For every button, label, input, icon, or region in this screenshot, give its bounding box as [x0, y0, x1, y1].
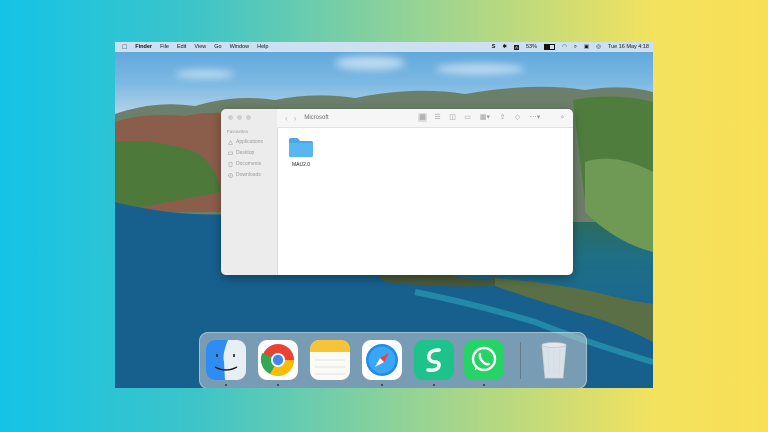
tag-icon[interactable]: ◇: [513, 113, 522, 122]
finder-icon[interactable]: [206, 340, 246, 380]
finder-toolbar: ‹ › Microsoft ▦ ☰ ◫ ▭ ▦▾ ⇪ ◇ ⋯▾ ⌕: [277, 109, 573, 128]
bluetooth-icon[interactable]: ✱: [502, 44, 507, 50]
chrome-icon[interactable]: [258, 340, 298, 380]
wifi-icon[interactable]: ◠: [562, 44, 567, 50]
safari-icon[interactable]: [362, 340, 402, 380]
surfshark-status-icon[interactable]: S: [492, 44, 496, 50]
share-icon[interactable]: ⇪: [498, 113, 507, 122]
keyboard-input-icon[interactable]: A: [513, 44, 519, 50]
menu-help[interactable]: Help: [257, 44, 268, 50]
downloads-icon: [228, 172, 233, 178]
battery-icon[interactable]: [544, 44, 555, 50]
close-button[interactable]: [228, 115, 233, 120]
gallery-view-icon[interactable]: ▭: [463, 113, 472, 122]
siri-icon[interactable]: ◎: [596, 44, 601, 50]
menu-file[interactable]: File: [160, 44, 169, 50]
document-icon: [228, 161, 233, 167]
sidebar-item-downloads[interactable]: Downloads: [228, 172, 261, 178]
sidebar-item-label: Desktop: [236, 150, 255, 156]
menu-app-finder[interactable]: Finder: [135, 44, 152, 50]
sidebar-heading: Favourites: [227, 129, 249, 134]
menu-go[interactable]: Go: [214, 44, 221, 50]
sidebar-item-applications[interactable]: Applications: [228, 139, 263, 145]
sidebar-item-documents[interactable]: Documents: [228, 161, 261, 167]
apple-menu-icon[interactable]: : [122, 44, 127, 51]
more-actions-icon[interactable]: ⋯▾: [528, 113, 542, 122]
zoom-button[interactable]: [246, 115, 251, 120]
applications-icon: [228, 139, 233, 145]
running-indicator: [433, 384, 435, 386]
running-indicator: [381, 384, 383, 386]
window-controls: [228, 115, 251, 120]
sidebar-item-label: Downloads: [236, 172, 261, 178]
menu-view[interactable]: View: [194, 44, 206, 50]
forward-icon[interactable]: ›: [294, 114, 297, 123]
whatsapp-icon[interactable]: [464, 340, 504, 380]
battery-percent[interactable]: 53%: [526, 44, 537, 50]
running-indicator: [483, 384, 485, 386]
icon-view-icon[interactable]: ▦: [418, 113, 427, 122]
notes-icon[interactable]: [310, 340, 350, 380]
list-view-icon[interactable]: ☰: [433, 113, 442, 122]
window-title: Microsoft: [304, 115, 329, 121]
dock: [199, 332, 587, 388]
surfshark-icon[interactable]: [414, 340, 454, 380]
desktop-icon: [228, 151, 233, 155]
toolbar-icons: ▦ ☰ ◫ ▭ ▦▾ ⇪ ◇ ⋯▾ ⌕: [418, 113, 567, 122]
menu-bar:  Finder File Edit View Go Window Help S…: [115, 42, 653, 52]
menu-clock[interactable]: Tue 16 May 4:18: [608, 44, 649, 50]
sidebar-item-label: Documents: [236, 161, 262, 167]
search-icon[interactable]: ⌕: [574, 44, 577, 51]
dock-separator: [520, 342, 521, 379]
control-center-icon[interactable]: ▣: [584, 44, 589, 50]
sidebar-item-desktop[interactable]: Desktop: [228, 150, 254, 156]
column-view-icon[interactable]: ◫: [448, 113, 457, 122]
finder-window: Favourites Applications Desktop Document…: [221, 109, 573, 275]
minimize-button[interactable]: [237, 115, 242, 120]
running-indicator: [277, 384, 279, 386]
trash-icon[interactable]: [534, 340, 574, 380]
back-icon[interactable]: ‹: [285, 114, 288, 123]
finder-sidebar: Favourites Applications Desktop Document…: [221, 109, 278, 275]
desktop-screen:  Finder File Edit View Go Window Help S…: [115, 42, 653, 388]
sidebar-item-label: Applications: [236, 139, 263, 145]
running-indicator: [225, 384, 227, 386]
folder-label[interactable]: MAU2.0: [287, 162, 315, 168]
menu-edit[interactable]: Edit: [177, 44, 186, 50]
menu-window[interactable]: Window: [230, 44, 250, 50]
search-icon[interactable]: ⌕: [558, 113, 567, 122]
folder-icon[interactable]: [288, 136, 314, 158]
group-menu-icon[interactable]: ▦▾: [478, 113, 492, 122]
